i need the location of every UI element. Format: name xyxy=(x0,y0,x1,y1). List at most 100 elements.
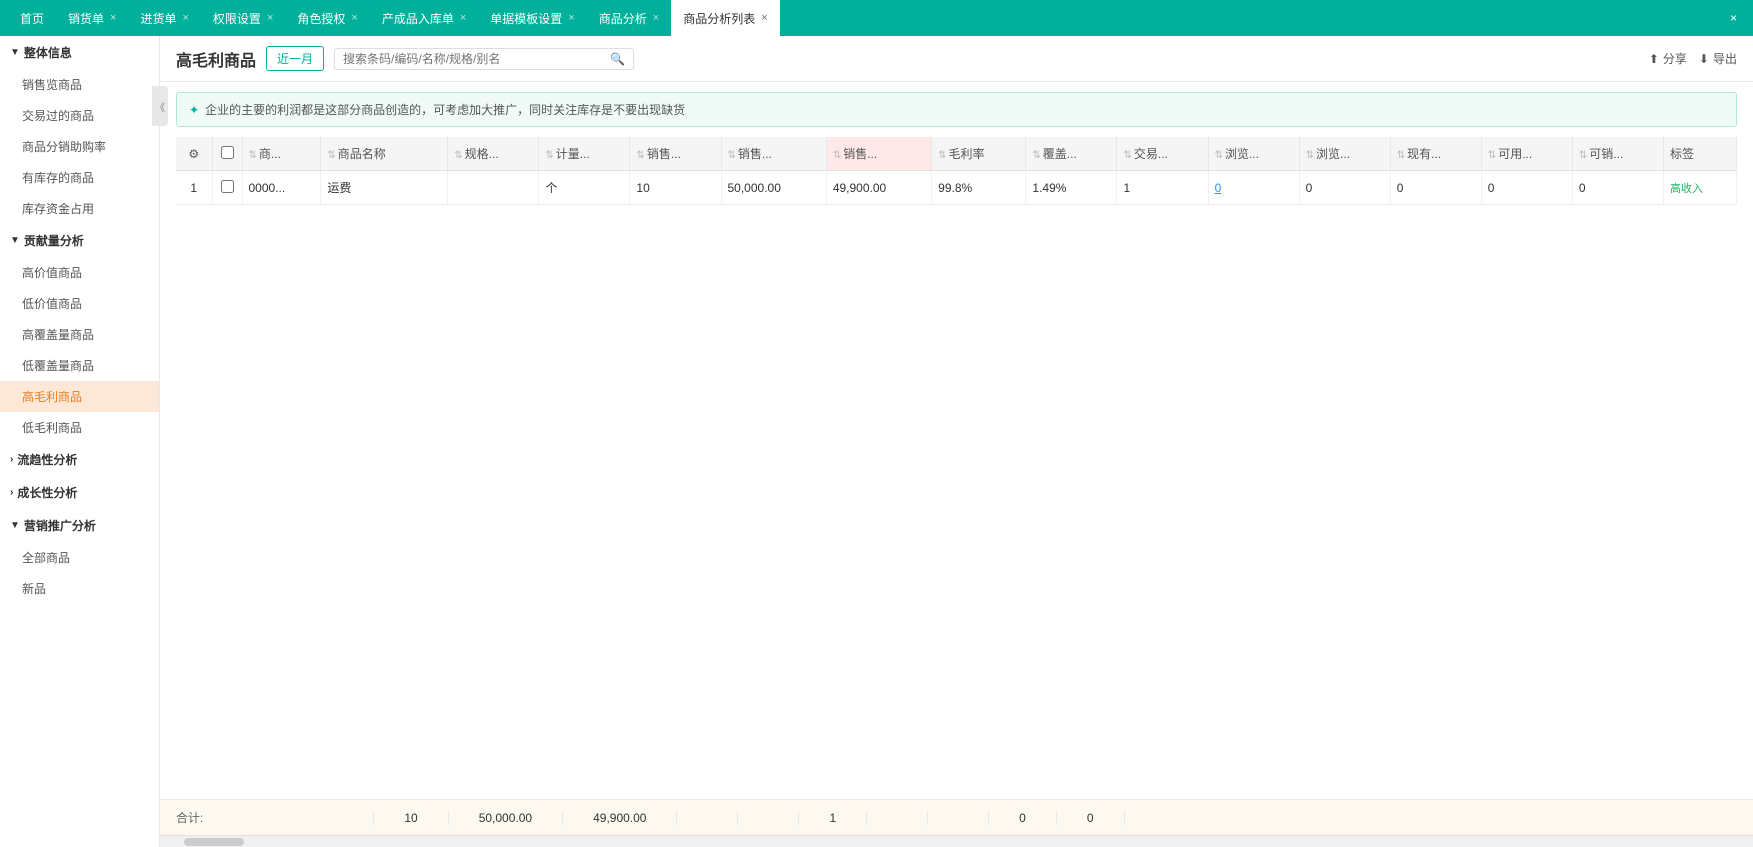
cell-code: 0000... xyxy=(242,171,321,205)
col-coverage: ⇅覆盖... xyxy=(1026,137,1117,171)
col-browse1: ⇅浏览... xyxy=(1208,137,1299,171)
close-permission-setting[interactable]: × xyxy=(267,12,273,24)
cell-gross-rate: 99.8% xyxy=(932,171,1026,205)
col-sales1: ⇅销售... xyxy=(630,137,721,171)
footer-cell-gross xyxy=(677,811,738,825)
cell-sales2: 50,000.00 xyxy=(721,171,826,205)
arrow-icon-5: ▼ xyxy=(10,520,20,531)
close-template-setting[interactable]: × xyxy=(568,12,574,24)
footer-cells: 10 50,000.00 49,900.00 1 0 0 xyxy=(223,811,1124,825)
export-button[interactable]: ⬇ 导出 xyxy=(1699,50,1737,67)
close-product-analysis-list[interactable]: × xyxy=(761,12,767,24)
share-button[interactable]: ⬆ 分享 xyxy=(1649,50,1687,67)
close-role-auth[interactable]: × xyxy=(351,12,357,24)
filter-button[interactable]: 近一月 xyxy=(266,46,324,71)
footer-cell-coverage xyxy=(738,811,799,825)
cell-sales1: 10 xyxy=(630,171,721,205)
sidebar-collapse-button[interactable]: 《 xyxy=(152,86,168,126)
footer-cell-sales2: 50,000.00 xyxy=(449,811,563,825)
horizontal-scrollbar[interactable] xyxy=(160,835,1753,847)
nav-product-analysis[interactable]: 商品分析 × xyxy=(587,0,671,36)
sidebar-item-high-value[interactable]: 高价值商品 xyxy=(0,257,159,288)
sidebar-item-high-coverage[interactable]: 高覆盖量商品 xyxy=(0,319,159,350)
sidebar-item-all-products[interactable]: 全部商品 xyxy=(0,542,159,573)
cell-coverage: 1.49% xyxy=(1026,171,1117,205)
col-unit: ⇅计量... xyxy=(539,137,630,171)
nav-purchase-order[interactable]: 进货单 × xyxy=(128,0,200,36)
cell-current: 0 xyxy=(1390,171,1481,205)
col-spec: ⇅规格... xyxy=(448,137,539,171)
nav-permission-setting[interactable]: 权限设置 × xyxy=(201,0,285,36)
close-sales-order[interactable]: × xyxy=(110,12,116,24)
footer-cell-sales1: 10 xyxy=(374,811,448,825)
table-wrapper: ⚙ ⇅商... ⇅商品名称 ⇅规格... ⇅计量... ⇅销售... ⇅销售..… xyxy=(160,137,1753,799)
arrow-icon: ▼ xyxy=(10,47,20,58)
search-box[interactable]: 🔍 xyxy=(334,48,634,70)
footer-cell-available: 0 xyxy=(1057,811,1125,825)
cell-checkbox xyxy=(212,171,242,205)
sidebar-item-low-value[interactable]: 低价值商品 xyxy=(0,288,159,319)
col-browse2: ⇅浏览... xyxy=(1299,137,1390,171)
arrow-icon-4: › xyxy=(10,487,13,498)
sidebar: ▼ 整体信息 销售览商品 交易过的商品 商品分销助购率 有库存的商品 库存资金占… xyxy=(0,36,160,847)
nav-template-setting[interactable]: 单据模板设置 × xyxy=(478,0,586,36)
table-row: 1 0000... 运费 个 10 50,000.00 49,900.00 99… xyxy=(176,171,1737,205)
close-product-analysis[interactable]: × xyxy=(653,12,659,24)
cell-transactions: 1 xyxy=(1117,171,1208,205)
close-product-instock[interactable]: × xyxy=(460,12,466,24)
cell-browse1: 0 xyxy=(1208,171,1299,205)
close-purchase-order[interactable]: × xyxy=(182,12,188,24)
nav-sales-order[interactable]: 销货单 × xyxy=(56,0,128,36)
col-index: ⚙ xyxy=(176,137,212,171)
sidebar-item-traded-products[interactable]: 交易过的商品 xyxy=(0,100,159,131)
cell-sales3: 49,900.00 xyxy=(826,171,931,205)
row-checkbox[interactable] xyxy=(221,180,234,193)
nav-role-auth[interactable]: 角色授权 × xyxy=(285,0,369,36)
info-banner: ✦ 企业的主要的利润都是这部分商品创造的，可考虑加大推广，同时关注库存是不要出现… xyxy=(176,92,1737,127)
nav-product-analysis-list[interactable]: 商品分析列表 × xyxy=(671,0,779,36)
scroll-bar-thumb[interactable] xyxy=(184,838,244,846)
cell-tag: 高收入 xyxy=(1663,171,1736,205)
col-transactions: ⇅交易... xyxy=(1117,137,1208,171)
search-input[interactable] xyxy=(343,52,610,66)
sidebar-section-marketing[interactable]: ▼ 营销推广分析 xyxy=(0,509,159,542)
nav-home[interactable]: 首页 xyxy=(8,0,56,36)
info-icon: ✦ xyxy=(189,103,199,117)
col-sales2: ⇅销售... xyxy=(721,137,826,171)
settings-icon[interactable]: ⚙ xyxy=(188,147,199,161)
sidebar-item-low-margin[interactable]: 低毛利商品 xyxy=(0,412,159,443)
sidebar-item-high-margin[interactable]: 高毛利商品 xyxy=(0,381,159,412)
footer-cell-b1 xyxy=(867,811,928,825)
page-title: 高毛利商品 xyxy=(176,47,256,71)
search-icon[interactable]: 🔍 xyxy=(610,52,625,66)
col-current: ⇅现有... xyxy=(1390,137,1481,171)
nav-product-instock[interactable]: 产成品入库单 × xyxy=(370,0,478,36)
sidebar-item-in-stock[interactable]: 有库存的商品 xyxy=(0,162,159,193)
col-code: ⇅商... xyxy=(242,137,321,171)
export-icon: ⬇ xyxy=(1699,52,1709,66)
footer-cell-transactions: 1 xyxy=(799,811,867,825)
table-header-row: ⚙ ⇅商... ⇅商品名称 ⇅规格... ⇅计量... ⇅销售... ⇅销售..… xyxy=(176,137,1737,171)
cell-available: 0 xyxy=(1481,171,1572,205)
product-table: ⚙ ⇅商... ⇅商品名称 ⇅规格... ⇅计量... ⇅销售... ⇅销售..… xyxy=(176,137,1737,205)
sidebar-section-overall[interactable]: ▼ 整体信息 xyxy=(0,36,159,69)
sidebar-section-trend[interactable]: › 流趋性分析 xyxy=(0,443,159,476)
sidebar-item-new-products[interactable]: 新品 xyxy=(0,573,159,604)
sidebar-item-sales-overview[interactable]: 销售览商品 xyxy=(0,69,159,100)
sidebar-item-stock-capital[interactable]: 库存资金占用 xyxy=(0,193,159,224)
sidebar-section-contribution[interactable]: ▼ 贡献量分析 xyxy=(0,224,159,257)
content-header: 高毛利商品 近一月 🔍 ⬆ 分享 ⬇ 导出 xyxy=(160,36,1753,82)
close-window-button[interactable]: × xyxy=(1722,9,1745,27)
col-checkbox xyxy=(212,137,242,171)
top-navigation: 首页 销货单 × 进货单 × 权限设置 × 角色授权 × 产成品入库单 × 单据… xyxy=(0,0,1753,36)
col-product-name: ⇅商品名称 xyxy=(321,137,448,171)
sidebar-item-low-coverage[interactable]: 低覆盖量商品 xyxy=(0,350,159,381)
arrow-icon-2: ▼ xyxy=(10,235,20,246)
sidebar-section-growth[interactable]: › 成长性分析 xyxy=(0,476,159,509)
sidebar-item-distribution-rate[interactable]: 商品分销助购率 xyxy=(0,131,159,162)
footer-cell-0 xyxy=(223,811,374,825)
cell-unit: 个 xyxy=(539,171,630,205)
cell-name: 运费 xyxy=(321,171,448,205)
select-all-checkbox[interactable] xyxy=(221,146,234,159)
arrow-icon-3: › xyxy=(10,454,13,465)
